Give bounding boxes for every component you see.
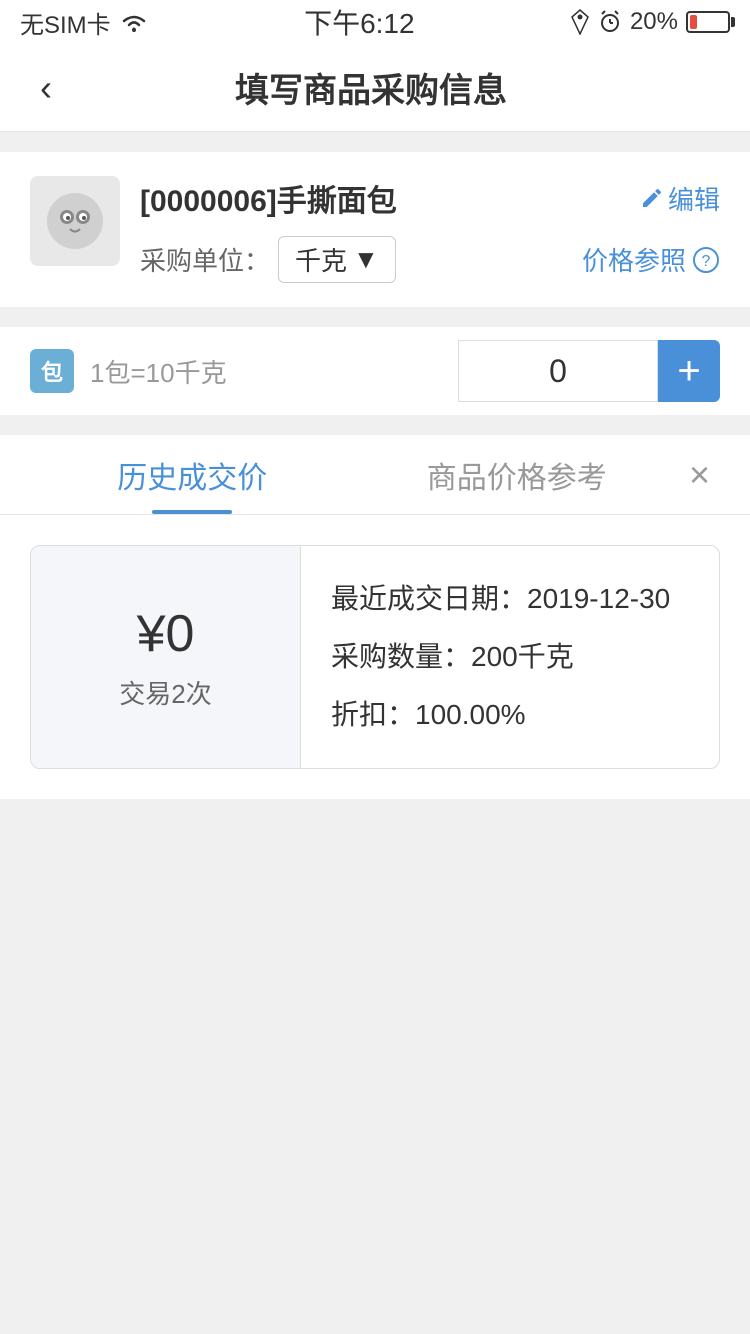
svg-text:?: ? bbox=[702, 253, 711, 270]
battery-fill bbox=[690, 15, 697, 29]
quantity-label: 包 1包=10千克 bbox=[30, 349, 227, 393]
history-price-card: ¥0 交易2次 最近成交日期：2019-12-30 采购数量：200千克 折扣：… bbox=[30, 545, 720, 769]
edit-label: 编辑 bbox=[668, 180, 720, 217]
tab-reference-label: 商品价格参考 bbox=[427, 453, 607, 497]
price-amount: ¥0 bbox=[137, 604, 195, 664]
carrier-text: 无SIM卡 bbox=[20, 5, 111, 40]
tab-content-history: ¥0 交易2次 最近成交日期：2019-12-30 采购数量：200千克 折扣：… bbox=[0, 515, 750, 799]
unit-value: 千克 bbox=[295, 241, 347, 278]
unit-label-text: 采购单位： bbox=[140, 241, 270, 278]
product-info: [0000006]手撕面包 编辑 采购单位： 千克 ▼ 价格 bbox=[140, 176, 720, 283]
quantity-unit-icon: 包 bbox=[30, 349, 74, 393]
product-thumbnail bbox=[30, 176, 120, 266]
product-header: [0000006]手撕面包 编辑 采购单位： 千克 ▼ 价格 bbox=[30, 176, 720, 283]
price-card-left: ¥0 交易2次 bbox=[31, 546, 301, 768]
tab-bar: 历史成交价 商品价格参考 × bbox=[0, 435, 750, 515]
product-section: [0000006]手撕面包 编辑 采购单位： 千克 ▼ 价格 bbox=[0, 152, 750, 307]
tab-history-price[interactable]: 历史成交价 bbox=[30, 435, 354, 514]
price-ref-label: 价格参照 bbox=[582, 241, 686, 278]
tab-section: 历史成交价 商品价格参考 × ¥0 交易2次 最近成交日期：2019-12-30… bbox=[0, 435, 750, 799]
edit-icon bbox=[640, 186, 664, 210]
price-transactions: 交易2次 bbox=[119, 674, 211, 711]
price-purchase-qty-row: 采购数量：200千克 bbox=[331, 636, 689, 678]
purchase-qty-label: 采购数量： bbox=[331, 641, 471, 672]
status-bar: 无SIM卡 下午6:12 20% bbox=[0, 0, 750, 44]
price-card-right: 最近成交日期：2019-12-30 采购数量：200千克 折扣：100.00% bbox=[301, 546, 719, 768]
location-icon bbox=[570, 9, 590, 35]
quantity-section: 包 1包=10千克 + bbox=[0, 327, 750, 415]
product-unit-row: 采购单位： 千克 ▼ 价格参照 ? bbox=[140, 236, 720, 283]
purchase-qty-value: 200千克 bbox=[471, 641, 574, 672]
recent-date-value: 2019-12-30 bbox=[527, 583, 670, 614]
quantity-controls: + bbox=[458, 340, 720, 402]
status-right: 20% bbox=[570, 8, 730, 36]
tab-price-reference[interactable]: 商品价格参考 bbox=[354, 435, 678, 514]
wifi-icon bbox=[119, 11, 149, 33]
quantity-unit-hint: 1包=10千克 bbox=[90, 353, 227, 390]
section-divider bbox=[0, 307, 750, 327]
quantity-input[interactable] bbox=[458, 340, 658, 402]
battery-icon bbox=[686, 11, 730, 33]
nav-bar: ‹ 填写商品采购信息 bbox=[0, 44, 750, 132]
quantity-plus-button[interactable]: + bbox=[658, 340, 720, 402]
alarm-icon bbox=[598, 9, 622, 35]
product-title-row: [0000006]手撕面包 编辑 bbox=[140, 176, 720, 220]
edit-button[interactable]: 编辑 bbox=[640, 180, 720, 217]
status-time: 下午6:12 bbox=[304, 2, 415, 42]
discount-label: 折扣： bbox=[331, 699, 415, 730]
qty-icon-text: 包 bbox=[41, 355, 63, 387]
unit-select[interactable]: 千克 ▼ bbox=[278, 236, 396, 283]
unit-label: 采购单位： 千克 ▼ bbox=[140, 236, 396, 283]
page-title: 填写商品采购信息 bbox=[82, 63, 660, 112]
unit-dropdown-arrow: ▼ bbox=[353, 244, 379, 275]
status-left: 无SIM卡 bbox=[20, 5, 149, 40]
battery-percent: 20% bbox=[630, 8, 678, 36]
price-ref-button[interactable]: 价格参照 ? bbox=[582, 241, 720, 278]
back-button[interactable]: ‹ bbox=[30, 57, 62, 119]
price-discount-row: 折扣：100.00% bbox=[331, 694, 689, 736]
tab-history-label: 历史成交价 bbox=[117, 453, 267, 497]
tab-close-button[interactable]: × bbox=[679, 444, 720, 506]
recent-date-label: 最近成交日期： bbox=[331, 583, 527, 614]
discount-value: 100.00% bbox=[415, 699, 526, 730]
price-recent-date-row: 最近成交日期：2019-12-30 bbox=[331, 578, 689, 620]
product-name: [0000006]手撕面包 bbox=[140, 176, 397, 220]
help-icon: ? bbox=[692, 246, 720, 274]
